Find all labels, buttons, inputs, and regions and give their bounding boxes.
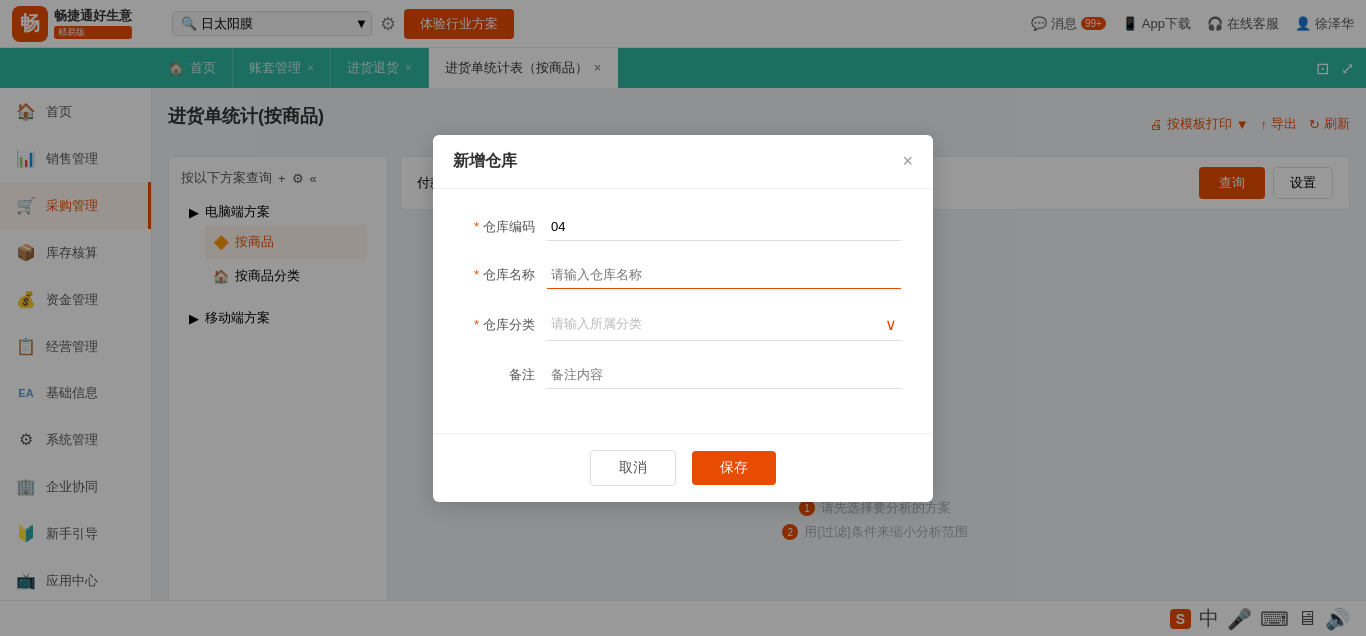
code-label: 仓库编码 bbox=[465, 218, 535, 236]
cancel-button[interactable]: 取消 bbox=[590, 450, 676, 486]
category-placeholder: 请输入所属分类 bbox=[551, 315, 642, 333]
add-warehouse-modal: 新增仓库 × 仓库编码 仓库名称 仓库分类 请输入所属分类 ∨ bbox=[433, 135, 933, 502]
form-row-category: 仓库分类 请输入所属分类 ∨ bbox=[465, 309, 901, 341]
category-label: 仓库分类 bbox=[465, 316, 535, 334]
form-row-name: 仓库名称 bbox=[465, 261, 901, 289]
modal-header: 新增仓库 × bbox=[433, 135, 933, 189]
name-input[interactable] bbox=[547, 261, 901, 289]
modal-body: 仓库编码 仓库名称 仓库分类 请输入所属分类 ∨ 备注 bbox=[433, 189, 933, 433]
form-row-code: 仓库编码 bbox=[465, 213, 901, 241]
category-chevron-icon: ∨ bbox=[885, 315, 897, 334]
notes-input[interactable] bbox=[547, 361, 901, 389]
name-label: 仓库名称 bbox=[465, 266, 535, 284]
code-input[interactable] bbox=[547, 213, 901, 241]
modal-footer: 取消 保存 bbox=[433, 433, 933, 502]
save-button[interactable]: 保存 bbox=[692, 451, 776, 485]
form-row-notes: 备注 bbox=[465, 361, 901, 389]
category-select[interactable]: 请输入所属分类 ∨ bbox=[547, 309, 901, 341]
modal-overlay[interactable]: 新增仓库 × 仓库编码 仓库名称 仓库分类 请输入所属分类 ∨ bbox=[0, 0, 1366, 636]
notes-label: 备注 bbox=[465, 366, 535, 384]
modal-title: 新增仓库 bbox=[453, 151, 517, 172]
modal-close-button[interactable]: × bbox=[902, 151, 913, 172]
